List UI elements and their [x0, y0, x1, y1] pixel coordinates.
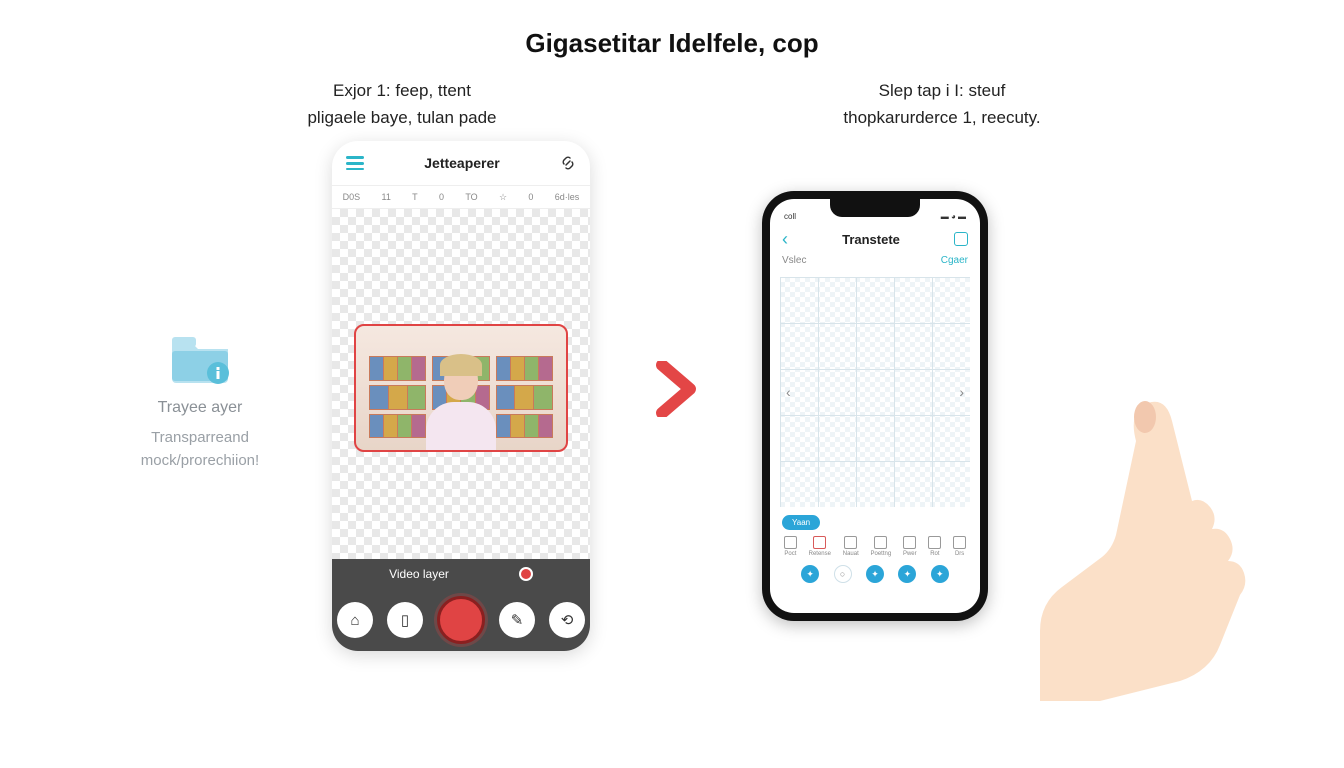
ruler-item[interactable]: ☆	[497, 192, 509, 203]
sub-right[interactable]: Cgaer	[941, 255, 968, 277]
ruler-item[interactable]: 0	[437, 192, 446, 202]
phone-left: Jetteaperer D0S 11 T 0 TO ☆ 0 6d·les	[332, 141, 590, 651]
home-button[interactable]: ⌂	[337, 602, 373, 638]
phone1-header: Jetteaperer	[332, 141, 590, 185]
phone1-toolbar[interactable]: D0S 11 T 0 TO ☆ 0 6d·les	[332, 185, 590, 209]
phone-notch	[830, 199, 920, 217]
caption-right-line2: thopkarurderce 1, reecuty.	[802, 104, 1082, 131]
info-subtitle: Transparreand mock/prorechiion!	[110, 427, 290, 472]
nav-dot[interactable]: ✦	[931, 565, 949, 583]
tool-item[interactable]: Rot	[928, 536, 941, 557]
phone-right: coll ▬ ◕ ▬ ‹ Transtete Vslec Cgaer ‹ › Y…	[762, 191, 988, 621]
phone1-title: Jetteaperer	[424, 155, 500, 171]
tool-icon	[844, 536, 857, 549]
status-right: ▬ ◕ ▬	[941, 212, 966, 221]
ruler-item[interactable]: 6d·les	[553, 192, 582, 202]
tool-icon	[903, 536, 916, 549]
tool-item[interactable]: Nauat	[843, 536, 859, 557]
ruler-item[interactable]: T	[410, 192, 420, 202]
record-button[interactable]	[437, 596, 485, 644]
recording-indicator-icon	[519, 567, 533, 581]
video-layer-thumbnail[interactable]	[354, 324, 568, 452]
phone1-canvas[interactable]	[332, 209, 590, 559]
info-block: Trayee ayer Transparreand mock/prorechii…	[110, 331, 290, 472]
nav-dot[interactable]: ✦	[866, 565, 884, 583]
phone2-canvas-grid[interactable]: ‹ ›	[780, 277, 970, 507]
info-title: Trayee ayer	[110, 399, 290, 417]
captions-row: Exjor 1: feep, ttent pligaele baye, tula…	[0, 77, 1344, 131]
caption-left-line1: Exjor 1: feep, ttent	[262, 77, 542, 104]
tool-icon	[874, 536, 887, 549]
menu-icon[interactable]	[346, 156, 364, 170]
phone2-title: Transtete	[842, 232, 900, 247]
grid-prev[interactable]: ‹	[786, 384, 791, 400]
gallery-button[interactable]: ✎	[499, 602, 535, 638]
caption-right: Slep tap i I: steuf thopkarurderce 1, re…	[802, 77, 1082, 131]
tag-pill[interactable]: Yaan	[782, 515, 820, 530]
status-left: coll	[784, 212, 796, 221]
pointing-hand-illustration	[1016, 381, 1296, 701]
folder-info-icon	[168, 331, 232, 385]
tool-icon	[928, 536, 941, 549]
video-layer-label: Video layer	[389, 567, 449, 581]
nav-dot[interactable]: ✦	[898, 565, 916, 583]
person-in-video	[421, 360, 501, 450]
ruler-item[interactable]: TO	[463, 192, 479, 202]
ruler-item[interactable]: D0S	[341, 192, 363, 202]
tool-item[interactable]: Drs	[953, 536, 966, 557]
clipboard-icon[interactable]	[954, 232, 968, 246]
grid-next[interactable]: ›	[959, 384, 964, 400]
phone2-bottom-nav: ✦ ○ ✦ ✦ ✦	[770, 559, 980, 583]
back-button[interactable]: ‹	[782, 229, 788, 250]
caption-right-line1: Slep tap i I: steuf	[802, 77, 1082, 104]
tool-item[interactable]: Poettng	[871, 536, 892, 557]
nav-dot[interactable]: ○	[834, 565, 852, 583]
tool-item[interactable]: Retense	[809, 536, 831, 557]
phone2-toolbar: Poct Retense Nauat Poettng Pwer Rot Drs	[770, 534, 980, 559]
phone2-subheader: Vslec Cgaer	[770, 255, 980, 277]
phone2-header: ‹ Transtete	[770, 223, 980, 255]
switch-button[interactable]: ⟲	[549, 602, 585, 638]
tool-icon	[813, 536, 826, 549]
sub-left[interactable]: Vslec	[782, 255, 806, 277]
phone1-bottom-bar: Video layer ⌂ ▯ ✎ ⟲	[332, 559, 590, 651]
arrow-right-icon	[654, 361, 698, 422]
caption-left-line2: pligaele baye, tulan pade	[262, 104, 542, 131]
link-icon[interactable]	[560, 155, 576, 171]
page-title: Gigasetitar Idelfele, cop	[0, 0, 1344, 59]
device-button[interactable]: ▯	[387, 602, 423, 638]
tool-icon	[784, 536, 797, 549]
ruler-item[interactable]: 11	[380, 192, 393, 202]
tool-icon	[953, 536, 966, 549]
tool-item[interactable]: Pwer	[903, 536, 917, 557]
ruler-item[interactable]: 0	[526, 192, 535, 202]
caption-left: Exjor 1: feep, ttent pligaele baye, tula…	[262, 77, 542, 131]
nav-dot[interactable]: ✦	[801, 565, 819, 583]
tool-item[interactable]: Poct	[784, 536, 797, 557]
